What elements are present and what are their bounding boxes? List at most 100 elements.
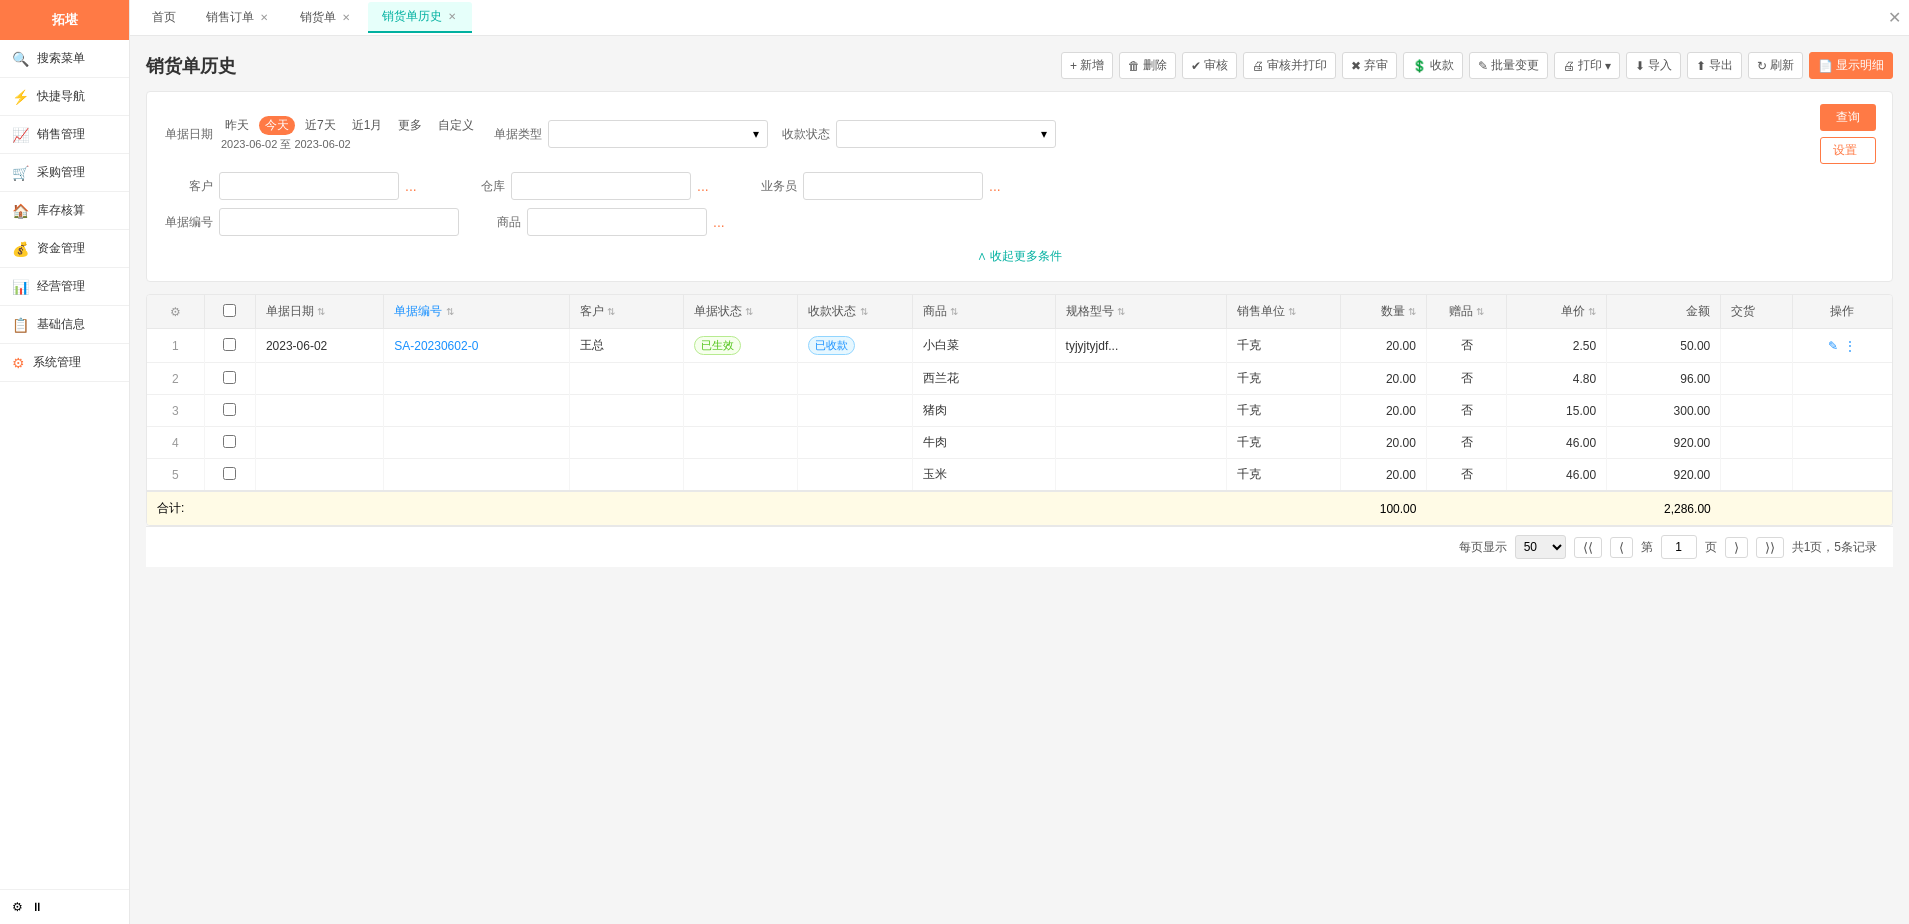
- salesperson-input[interactable]: [803, 172, 983, 200]
- row-check[interactable]: [204, 329, 255, 363]
- row-doc-status: [683, 427, 798, 459]
- row-checkbox[interactable]: [223, 338, 236, 351]
- audit-print-button[interactable]: 🖨 审核并打印: [1243, 52, 1336, 79]
- salesperson-dots[interactable]: ...: [989, 178, 1001, 194]
- row-doc-status: [683, 363, 798, 395]
- th-spec[interactable]: 规格型号 ⇅: [1055, 295, 1226, 329]
- table-row: 1 2023-06-02 SA-20230602-0 王总 已生效 已收款 小白…: [147, 329, 1892, 363]
- row-check[interactable]: [204, 395, 255, 427]
- add-button[interactable]: + 新增: [1061, 52, 1113, 79]
- first-page-btn[interactable]: ⟨⟨: [1574, 537, 1602, 558]
- sidebar-item-quick-nav[interactable]: ⚡ 快捷导航: [0, 78, 129, 116]
- goods-dots[interactable]: ...: [713, 214, 725, 230]
- prev-page-btn[interactable]: ⟨: [1610, 537, 1633, 558]
- date-tab-7days[interactable]: 近7天: [299, 116, 342, 135]
- row-checkbox[interactable]: [223, 467, 236, 480]
- delete-button[interactable]: 🗑 删除: [1119, 52, 1176, 79]
- row-checkbox[interactable]: [223, 371, 236, 384]
- row-check[interactable]: [204, 363, 255, 395]
- th-gift[interactable]: 赠品 ⇅: [1426, 295, 1506, 329]
- page-input[interactable]: [1661, 535, 1697, 559]
- batch-change-button[interactable]: ✎ 批量变更: [1469, 52, 1548, 79]
- settings-bottom-icon[interactable]: ⚙: [12, 900, 23, 914]
- query-button[interactable]: 查询: [1820, 104, 1876, 131]
- th-amount: 金额: [1607, 295, 1721, 329]
- tab-sales-goods[interactable]: 销货单 ✕: [286, 3, 366, 32]
- more-op-btn[interactable]: ⋮: [1844, 339, 1856, 353]
- import-button[interactable]: ⬇ 导入: [1626, 52, 1681, 79]
- sidebar-item-label: 经营管理: [37, 278, 85, 295]
- th-price[interactable]: 单价 ⇅: [1507, 295, 1607, 329]
- warehouse-dots[interactable]: ...: [697, 178, 709, 194]
- th-date[interactable]: 单据日期 ⇅: [255, 295, 383, 329]
- row-docno[interactable]: [384, 459, 569, 492]
- goods-input[interactable]: [527, 208, 707, 236]
- date-tab-custom[interactable]: 自定义: [432, 116, 480, 135]
- tab-close-sales-goods[interactable]: ✕: [340, 12, 352, 23]
- per-page-select[interactable]: 50 100 200: [1515, 535, 1566, 559]
- select-all-checkbox[interactable]: [223, 304, 236, 317]
- row-docno[interactable]: [384, 363, 569, 395]
- sidebar-item-inventory[interactable]: 🏠 库存核算: [0, 192, 129, 230]
- close-all-tabs[interactable]: ✕: [1888, 8, 1901, 27]
- last-page-btn[interactable]: ⟩⟩: [1756, 537, 1784, 558]
- sidebar-item-basic-info[interactable]: 📋 基础信息: [0, 306, 129, 344]
- abandon-button[interactable]: ✖ 弃审: [1342, 52, 1397, 79]
- tab-close-sales-order[interactable]: ✕: [258, 12, 270, 23]
- row-checkbox[interactable]: [223, 403, 236, 416]
- date-tab-today[interactable]: 今天: [259, 116, 295, 135]
- doc-type-select[interactable]: ▾: [548, 120, 768, 148]
- th-unit[interactable]: 销售单位 ⇅: [1226, 295, 1341, 329]
- tab-sales-history[interactable]: 销货单历史 ✕: [368, 2, 472, 33]
- row-num: 5: [147, 459, 204, 492]
- export-button[interactable]: ⬆ 导出: [1687, 52, 1742, 79]
- warehouse-input[interactable]: [511, 172, 691, 200]
- customer-dots[interactable]: ...: [405, 178, 417, 194]
- th-doc-status[interactable]: 单据状态 ⇅: [683, 295, 798, 329]
- th-customer[interactable]: 客户 ⇅: [569, 295, 683, 329]
- tab-sales-order[interactable]: 销售订单 ✕: [192, 3, 284, 32]
- th-docno[interactable]: 单据编号 ⇅: [384, 295, 569, 329]
- sidebar-item-sys-mgmt[interactable]: ⚙ 系统管理: [0, 344, 129, 382]
- row-goods: 牛肉: [912, 427, 1055, 459]
- th-qty[interactable]: 数量 ⇅: [1341, 295, 1427, 329]
- print-button[interactable]: 🖨 打印 ▾: [1554, 52, 1620, 79]
- docno-input[interactable]: [219, 208, 459, 236]
- audit-button[interactable]: ✔ 审核: [1182, 52, 1237, 79]
- tab-home[interactable]: 首页: [138, 3, 190, 32]
- sidebar-item-purchase-mgmt[interactable]: 🛒 采购管理: [0, 154, 129, 192]
- date-tab-more[interactable]: 更多: [392, 116, 428, 135]
- refresh-button[interactable]: ↻ 刷新: [1748, 52, 1803, 79]
- row-num: 1: [147, 329, 204, 363]
- th-gear[interactable]: ⚙: [147, 295, 204, 329]
- date-tab-yesterday[interactable]: 昨天: [219, 116, 255, 135]
- row-check[interactable]: [204, 427, 255, 459]
- row-spec: [1055, 427, 1226, 459]
- collapse-btn[interactable]: ∧ 收起更多条件: [163, 244, 1876, 269]
- setting-link[interactable]: 设置: [1820, 137, 1876, 164]
- collect-button[interactable]: 💲 收款: [1403, 52, 1463, 79]
- tab-close-sales-history[interactable]: ✕: [446, 11, 458, 22]
- row-checkbox[interactable]: [223, 435, 236, 448]
- sidebar-item-finance[interactable]: 💰 资金管理: [0, 230, 129, 268]
- pay-status-select[interactable]: ▾: [836, 120, 1056, 148]
- th-pay-status[interactable]: 收款状态 ⇅: [798, 295, 913, 329]
- row-price: 4.80: [1507, 363, 1607, 395]
- row-docno[interactable]: SA-20230602-0: [384, 329, 569, 363]
- collect-icon: 💲: [1412, 59, 1427, 73]
- sidebar-item-sales-mgmt[interactable]: 📈 销售管理: [0, 116, 129, 154]
- next-page-btn[interactable]: ⟩: [1725, 537, 1748, 558]
- show-detail-button[interactable]: 📄 显示明细: [1809, 52, 1893, 79]
- pause-icon[interactable]: ⏸: [31, 900, 43, 914]
- row-docno[interactable]: [384, 427, 569, 459]
- edit-op-btn[interactable]: ✎: [1828, 339, 1838, 353]
- row-docno[interactable]: [384, 395, 569, 427]
- sidebar-item-search-menu[interactable]: 🔍 搜索菜单: [0, 40, 129, 78]
- th-goods[interactable]: 商品 ⇅: [912, 295, 1055, 329]
- date-tab-1month[interactable]: 近1月: [346, 116, 389, 135]
- th-check[interactable]: [204, 295, 255, 329]
- row-check[interactable]: [204, 459, 255, 492]
- docno-link[interactable]: SA-20230602-0: [394, 339, 478, 353]
- sidebar-item-operations[interactable]: 📊 经营管理: [0, 268, 129, 306]
- customer-input[interactable]: [219, 172, 399, 200]
